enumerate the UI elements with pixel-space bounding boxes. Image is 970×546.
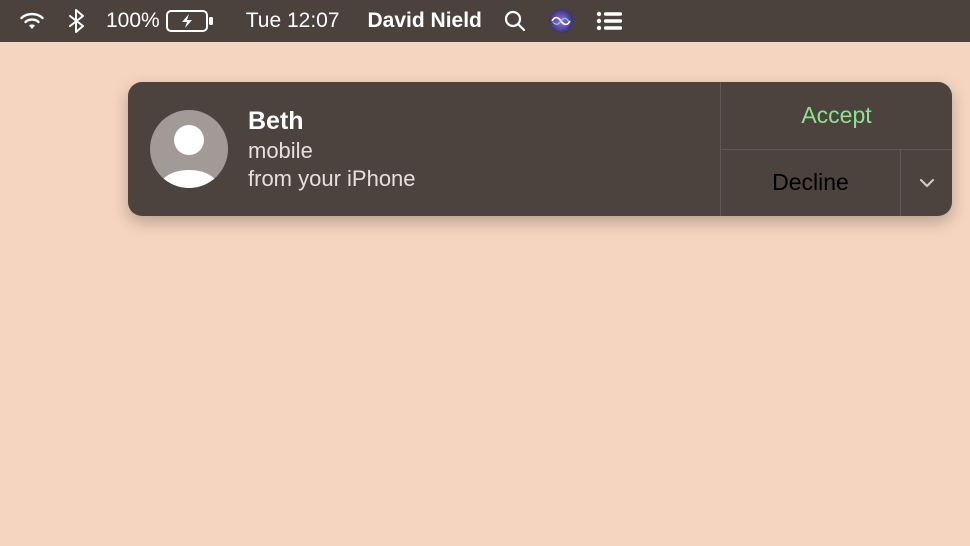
notification-actions: Accept Decline <box>720 82 952 216</box>
caller-line-type: mobile <box>248 138 416 164</box>
spotlight-search-icon[interactable] <box>504 10 526 32</box>
caller-name: Beth <box>248 107 416 136</box>
caller-source: from your iPhone <box>248 166 416 192</box>
decline-label: Decline <box>772 169 849 196</box>
accept-button[interactable]: Accept <box>721 82 952 150</box>
menubar: 100% Tue 12:07 David Nield <box>0 0 970 42</box>
accept-label: Accept <box>801 102 871 129</box>
caller-info: Beth mobile from your iPhone <box>248 107 416 192</box>
decline-options-button[interactable] <box>900 150 952 217</box>
person-silhouette-icon <box>150 110 228 188</box>
decline-button[interactable]: Decline <box>721 150 900 217</box>
wifi-icon[interactable] <box>18 11 46 31</box>
bluetooth-icon[interactable] <box>68 8 84 34</box>
incoming-call-notification: Beth mobile from your iPhone Accept Decl… <box>128 82 952 216</box>
notification-center-icon[interactable] <box>596 11 622 31</box>
datetime[interactable]: Tue 12:07 <box>246 9 340 33</box>
battery-percentage: 100% <box>106 9 160 33</box>
battery-status[interactable]: 100% <box>106 9 214 33</box>
decline-row: Decline <box>721 150 952 217</box>
battery-charging-icon <box>166 10 214 32</box>
siri-icon[interactable] <box>548 8 574 34</box>
caller-avatar <box>150 110 228 188</box>
username[interactable]: David Nield <box>368 9 482 33</box>
notification-body: Beth mobile from your iPhone <box>128 82 720 216</box>
chevron-down-icon <box>919 178 935 188</box>
